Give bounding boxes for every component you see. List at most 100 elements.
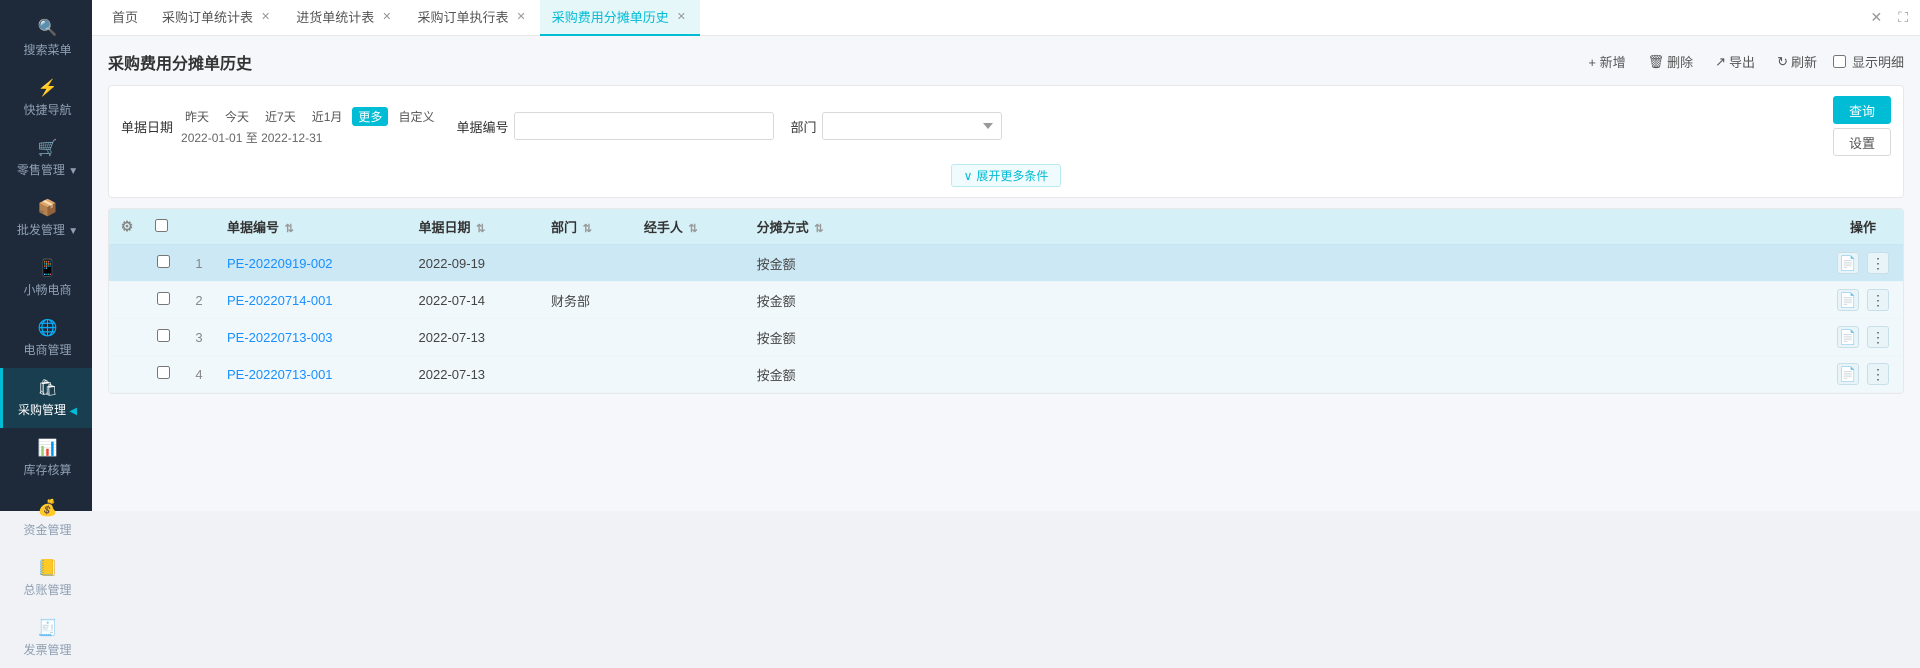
chevron-down-icon: ∨ <box>964 169 973 183</box>
shortcut-icon: ⚡ <box>7 78 88 98</box>
sort-icon-date[interactable]: ⇅ <box>476 223 485 235</box>
data-table: ⚙ 单据编号 ⇅ 单据日期 ⇅ <box>109 209 1903 393</box>
doc-no-link-2[interactable]: PE-20220714-001 <box>227 293 333 308</box>
retail-icon: 🛒 <box>7 138 88 158</box>
date-opt-yesterday[interactable]: 昨天 <box>179 107 215 126</box>
doc-no-link-3[interactable]: PE-20220713-003 <box>227 330 333 345</box>
td-dept-3 <box>541 319 634 356</box>
sidebar-item-search[interactable]: 🔍 搜索菜单 <box>0 8 92 68</box>
td-doc-no-3: PE-20220713-003 <box>217 319 409 356</box>
th-date: 单据日期 ⇅ <box>409 209 542 245</box>
sidebar-item-invoice[interactable]: 🧾 发票管理 <box>0 608 92 668</box>
td-split-method-1: 按金额 <box>747 245 1823 282</box>
sidebar-item-wholesale[interactable]: 📦 批发管理 ▼ <box>0 188 92 248</box>
td-handler-3 <box>634 319 747 356</box>
more-button-1[interactable]: ⋮ <box>1867 252 1889 274</box>
td-settings-4 <box>109 356 145 393</box>
page-header: 采购费用分摊单历史 + 新增 🗑 删除 ↗ 导出 ↻ 刷新 <box>108 48 1904 75</box>
sidebar-item-inventory[interactable]: 📊 库存核算 <box>0 428 92 488</box>
sort-icon-split-method[interactable]: ⇅ <box>814 223 823 235</box>
sidebar-item-ecommerce[interactable]: 🌐 电商管理 <box>0 308 92 368</box>
th-handler: 经手人 ⇅ <box>634 209 747 245</box>
date-opt-today[interactable]: 今天 <box>219 107 255 126</box>
expand-more-button[interactable]: ∨ 展开更多条件 <box>951 164 1062 187</box>
search-icon: 🔍 <box>7 18 88 38</box>
tab-close-purchase-order-exec[interactable]: ✕ <box>515 9 528 24</box>
mobile-icon: 📱 <box>7 258 88 278</box>
sidebar-item-retail[interactable]: 🛒 零售管理 ▼ <box>0 128 92 188</box>
row-checkbox-1[interactable] <box>157 255 170 268</box>
more-button-4[interactable]: ⋮ <box>1867 363 1889 385</box>
row-checkbox-2[interactable] <box>157 292 170 305</box>
sidebar-item-shortcut[interactable]: ⚡ 快捷导航 <box>0 68 92 128</box>
tabs-right-controls: ✕ ⛶ <box>1866 7 1912 28</box>
th-doc-no: 单据编号 ⇅ <box>217 209 409 245</box>
filter-settings-button[interactable]: 设置 <box>1833 128 1891 156</box>
td-no-4: 4 <box>181 356 217 393</box>
sidebar-item-ledger[interactable]: 📒 总账管理 <box>0 548 92 608</box>
sidebar-item-finance[interactable]: 💰 资金管理 <box>0 488 92 548</box>
tab-close-purchase-cost-history[interactable]: ✕ <box>675 9 688 24</box>
date-opt-7days[interactable]: 近7天 <box>259 107 302 126</box>
maximize-button[interactable]: ⛶ <box>1894 7 1912 28</box>
sidebar-item-mobile[interactable]: 📱 小畅电商 <box>0 248 92 308</box>
td-split-method-2: 按金额 <box>747 282 1823 319</box>
export-button[interactable]: ↗ 导出 <box>1709 48 1761 75</box>
tab-home[interactable]: 首页 <box>100 0 150 36</box>
filter-actions: 查询 设置 <box>1833 96 1891 156</box>
row-checkbox-4[interactable] <box>157 366 170 379</box>
delete-button[interactable]: 🗑 删除 <box>1642 48 1700 75</box>
td-no-1: 1 <box>181 245 217 282</box>
sort-icon-handler[interactable]: ⇅ <box>689 223 698 235</box>
page-content: 采购费用分摊单历史 + 新增 🗑 删除 ↗ 导出 ↻ 刷新 <box>92 36 1920 511</box>
tab-purchase-order-exec[interactable]: 采购订单执行表 ✕ <box>405 0 539 36</box>
tab-inbound-summary[interactable]: 进货单统计表 ✕ <box>284 0 405 36</box>
td-settings-3 <box>109 319 145 356</box>
query-button[interactable]: 查询 <box>1833 96 1891 124</box>
sort-icon-doc-no[interactable]: ⇅ <box>285 223 294 235</box>
td-dept-4 <box>541 356 634 393</box>
more-button-3[interactable]: ⋮ <box>1867 326 1889 348</box>
show-cols-checkbox[interactable] <box>1833 55 1846 68</box>
show-cols-toggle[interactable]: 显示明细 <box>1833 52 1904 71</box>
column-settings-icon[interactable]: ⚙ <box>121 218 134 234</box>
date-opt-1month[interactable]: 近1月 <box>306 107 349 126</box>
view-button-2[interactable]: 📄 <box>1837 289 1859 311</box>
table-row: 2 PE-20220714-001 2022-07-14 财务部 按金额 📄 ⋮ <box>109 282 1903 319</box>
td-actions-3: 📄 ⋮ <box>1823 319 1903 356</box>
refresh-button[interactable]: ↻ 刷新 <box>1771 48 1823 75</box>
sidebar-item-purchase[interactable]: 🛍 采购管理 ◀ <box>0 368 92 428</box>
data-table-wrapper: ⚙ 单据编号 ⇅ 单据日期 ⇅ <box>108 208 1904 394</box>
close-all-tabs-button[interactable]: ✕ <box>1866 7 1886 28</box>
more-button-2[interactable]: ⋮ <box>1867 289 1889 311</box>
table-row: 1 PE-20220919-002 2022-09-19 按金额 📄 ⋮ <box>109 245 1903 282</box>
view-button-4[interactable]: 📄 <box>1837 363 1859 385</box>
td-actions-2: 📄 ⋮ <box>1823 282 1903 319</box>
date-filter: 单据日期 昨天 今天 近7天 近1月 更多 自定义 2022-01-01 至 2… <box>121 107 440 146</box>
tab-close-inbound-summary[interactable]: ✕ <box>380 9 393 24</box>
doc-no-link-4[interactable]: PE-20220713-001 <box>227 367 333 382</box>
date-opt-more[interactable]: 更多 <box>352 107 388 126</box>
add-button[interactable]: + 新增 <box>1582 48 1631 75</box>
td-dept-1 <box>541 245 634 282</box>
th-dept-label: 部门 <box>551 220 577 235</box>
date-opt-custom[interactable]: 自定义 <box>392 107 440 126</box>
td-actions-1: 📄 ⋮ <box>1823 245 1903 282</box>
td-split-method-4: 按金额 <box>747 356 1823 393</box>
tab-purchase-cost-history[interactable]: 采购费用分摊单历史 ✕ <box>540 0 700 36</box>
tab-close-purchase-order-summary[interactable]: ✕ <box>259 9 272 24</box>
date-range-display: 2022-01-01 至 2022-12-31 <box>181 129 440 146</box>
sort-icon-dept[interactable]: ⇅ <box>583 223 592 235</box>
td-split-method-3: 按金额 <box>747 319 1823 356</box>
tab-purchase-order-summary[interactable]: 采购订单统计表 ✕ <box>150 0 284 36</box>
select-all-checkbox[interactable] <box>155 219 168 232</box>
view-button-1[interactable]: 📄 <box>1837 252 1859 274</box>
doc-no-input[interactable] <box>514 112 774 140</box>
view-button-3[interactable]: 📄 <box>1837 326 1859 348</box>
expand-more-row: ∨ 展开更多条件 <box>121 164 1891 187</box>
th-actions: 操作 <box>1823 209 1903 245</box>
tabs-bar: 首页 采购订单统计表 ✕ 进货单统计表 ✕ 采购订单执行表 ✕ 采购费用分摊单历… <box>92 0 1920 36</box>
doc-no-link-1[interactable]: PE-20220919-002 <box>227 256 333 271</box>
row-checkbox-3[interactable] <box>157 329 170 342</box>
dept-select[interactable]: 财务部 <box>822 112 1002 140</box>
